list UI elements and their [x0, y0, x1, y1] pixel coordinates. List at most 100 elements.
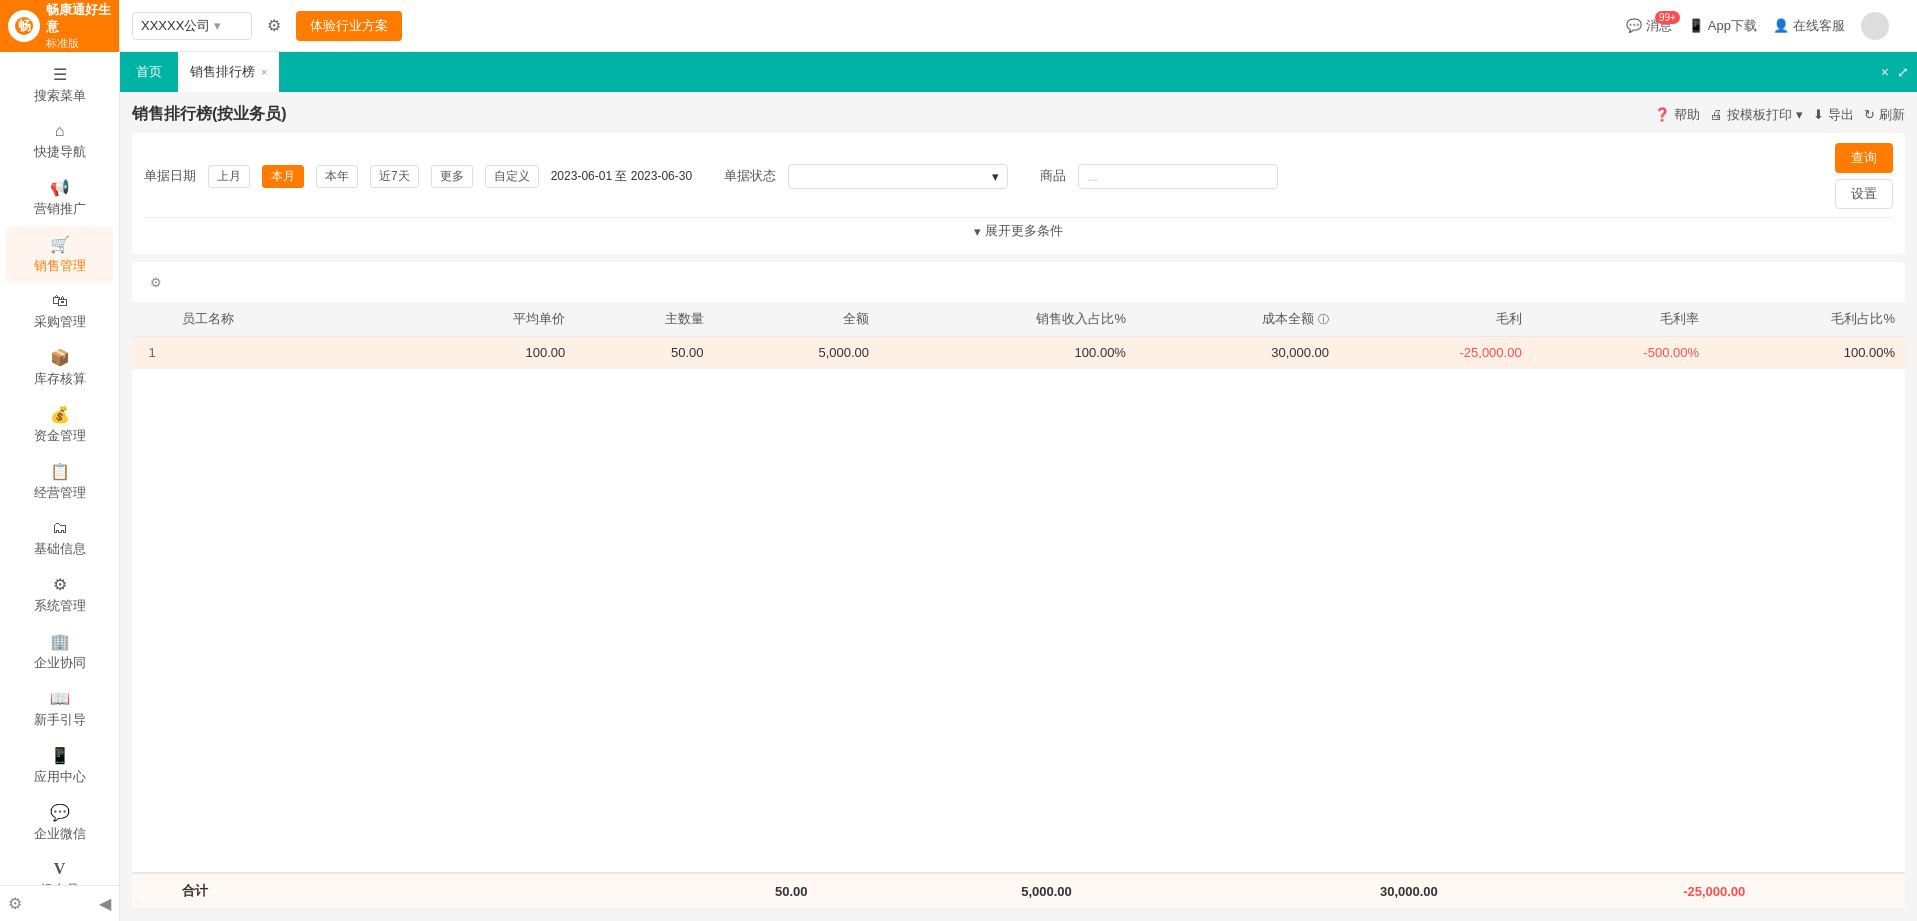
filter-area: 单据日期 上月 本月 本年 近7天 更多 自定义 2023-06-01 至 20… — [132, 133, 1905, 254]
sidebar-item-marketing[interactable]: 📢 营销推广 — [6, 170, 113, 226]
finance-icon: 💰 — [50, 405, 70, 424]
date-btn-custom[interactable]: 自定义 — [485, 165, 539, 188]
sidebar-settings-icon[interactable]: ⚙ — [8, 894, 22, 913]
export-button[interactable]: ⬇ 导出 — [1813, 106, 1854, 124]
search-menu-icon: ☰ — [53, 65, 67, 84]
service-label: 在线客服 — [1793, 17, 1845, 35]
appcenter-icon: 📱 — [50, 746, 70, 765]
avatar — [1861, 12, 1889, 40]
home-tab-label: 首页 — [136, 63, 162, 81]
col-cost: 成本全额 ⓘ — [1136, 302, 1339, 337]
tab-close-icon[interactable]: × — [261, 66, 267, 78]
app-icon: 📱 — [1688, 18, 1704, 33]
page-header: 销售排行榜(按业务员) ❓ 帮助 🖨 按模板打印 ▾ ⬇ 导出 ↻ 刷新 — [132, 104, 1905, 125]
data-table: 员工名称 平均单价 主数量 全额 销售收入占比% 成本全额 ⓘ 毛利 毛利率 毛… — [132, 302, 1905, 369]
goods-placeholder: ... — [1087, 169, 1098, 184]
enterprise-icon: 🏢 — [50, 632, 70, 651]
expand-filters-button[interactable]: ▾ 展开更多条件 — [144, 217, 1893, 244]
cell-cost: 30,000.00 — [1136, 337, 1339, 369]
cell-rank: 1 — [132, 337, 172, 369]
window-restore-icon[interactable]: ⤢ — [1897, 64, 1909, 80]
filter-row-1: 单据日期 上月 本月 本年 近7天 更多 自定义 2023-06-01 至 20… — [144, 143, 1893, 209]
sidebar-item-wechat[interactable]: 💬 企业微信 — [6, 795, 113, 851]
sidebar-item-operations[interactable]: 📋 经营管理 — [6, 454, 113, 510]
window-close-icon[interactable]: × — [1881, 64, 1889, 80]
sidebar-item-purchase[interactable]: 🛍 采购管理 — [6, 284, 113, 339]
sidebar-nav: ☰ 搜索菜单 ⌂ 快捷导航 📢 营销推广 🛒 销售管理 🛍 采购管理 📦 库存核… — [0, 52, 119, 885]
sidebar-item-label: 搜索菜单 — [34, 87, 86, 105]
template-print-button[interactable]: 🖨 按模板打印 ▾ — [1710, 106, 1803, 124]
date-range-display: 2023-06-01 至 2023-06-30 — [551, 168, 692, 185]
footer-qty: 50.00 — [621, 874, 818, 909]
topbar-message[interactable]: 💬 消息 99+ — [1626, 17, 1672, 35]
sidebar-item-label: 经营管理 — [34, 484, 86, 502]
wechat-icon: 💬 — [50, 803, 70, 822]
date-btn-this-year[interactable]: 本年 — [316, 165, 358, 188]
sidebar-item-finance[interactable]: 💰 资金管理 — [6, 397, 113, 453]
sidebar-item-quicknav[interactable]: ⌂ 快捷导航 — [6, 114, 113, 169]
topbar-app-download[interactable]: 📱 App下载 — [1688, 17, 1757, 35]
sidebar-item-label: 快捷导航 — [34, 143, 86, 161]
date-label: 单据日期 — [144, 167, 196, 185]
sidebar-item-search[interactable]: ☰ 搜索菜单 — [6, 57, 113, 113]
topbar-online-service[interactable]: 👤 在线客服 — [1773, 17, 1845, 35]
col-gross-rate: 毛利率 — [1532, 302, 1709, 337]
sidebar-bottom: ⚙ ◀ — [0, 885, 119, 921]
sidebar-item-label: 应用中心 — [34, 768, 86, 786]
settings-button[interactable]: 设置 — [1835, 179, 1893, 209]
sidebar-item-label: 库存核算 — [34, 370, 86, 388]
company-selector[interactable]: XXXXX公司 ▾ — [132, 12, 252, 40]
sales-icon: 🛒 — [50, 235, 70, 254]
cell-sales-pct: 100.00% — [879, 337, 1136, 369]
footer-avg-price — [546, 874, 621, 909]
sidebar-item-label: 新手引导 — [34, 711, 86, 729]
footer-label: 合计 — [172, 874, 546, 909]
topbar-right: 💬 消息 99+ 📱 App下载 👤 在线客服 — [1626, 12, 1905, 40]
date-btn-this-month[interactable]: 本月 — [262, 165, 304, 188]
table-area: ⚙ 员工名称 平均单价 主数量 全额 销售收入占比% 成本全额 ⓘ 毛利 — [132, 262, 1905, 909]
sidebar-item-inventory[interactable]: 📦 库存核算 — [6, 340, 113, 396]
sidebar-item-enterprise[interactable]: 🏢 企业协同 — [6, 624, 113, 680]
status-select[interactable]: ▾ — [788, 164, 1008, 189]
cell-gross: -25,000.00 — [1339, 337, 1532, 369]
system-icon: ⚙ — [53, 575, 67, 594]
page-content: 销售排行榜(按业务员) ❓ 帮助 🖨 按模板打印 ▾ ⬇ 导出 ↻ 刷新 — [120, 92, 1917, 921]
tab-sales-ranking[interactable]: 销售排行榜 × — [178, 52, 279, 92]
logo-text1: 畅康通好生意 — [46, 2, 111, 36]
sidebar-item-sales[interactable]: 🛒 销售管理 — [6, 227, 113, 283]
sidebar-item-system[interactable]: ⚙ 系统管理 — [6, 567, 113, 623]
sidebar-item-guide[interactable]: 📖 新手引导 — [6, 681, 113, 737]
sidebar-item-member[interactable]: V 畅会员 — [6, 852, 113, 885]
refresh-button[interactable]: ↻ 刷新 — [1864, 106, 1905, 124]
purchase-icon: 🛍 — [52, 292, 68, 310]
date-btn-prev-month[interactable]: 上月 — [208, 165, 250, 188]
col-gross-pct: 毛利占比% — [1709, 302, 1905, 337]
footer-empty — [132, 874, 172, 909]
cost-info-icon[interactable]: ⓘ — [1318, 313, 1329, 325]
help-button[interactable]: ❓ 帮助 — [1654, 106, 1700, 124]
topbar-gear-icon[interactable]: ⚙ — [260, 12, 288, 40]
trial-button[interactable]: 体验行业方案 — [296, 11, 402, 41]
sidebar-collapse-icon[interactable]: ◀ — [99, 894, 111, 913]
message-badge: 99+ — [1655, 11, 1680, 24]
sidebar-item-label: 营销推广 — [34, 200, 86, 218]
column-settings-icon[interactable]: ⚙ — [144, 270, 168, 294]
footer-cost: 30,000.00 — [1157, 874, 1448, 909]
app-label: App下载 — [1708, 17, 1757, 35]
message-icon: 💬 — [1626, 18, 1642, 33]
date-btn-7days[interactable]: 近7天 — [370, 165, 419, 188]
date-btn-more[interactable]: 更多 — [431, 165, 473, 188]
footer-gross-rate — [1755, 874, 1830, 909]
query-button[interactable]: 查询 — [1835, 143, 1893, 173]
cell-qty: 50.00 — [575, 337, 713, 369]
sidebar: 畅 畅康通好生意 标准版 ☰ 搜索菜单 ⌂ 快捷导航 📢 营销推广 🛒 销售管理… — [0, 0, 120, 921]
goods-input[interactable]: ... — [1078, 164, 1278, 189]
col-rank — [132, 302, 172, 337]
status-chevron-icon: ▾ — [992, 169, 999, 184]
logo-icon: 畅 — [8, 10, 40, 42]
tab-home[interactable]: 首页 — [120, 52, 178, 92]
chevron-down-icon: ▾ — [214, 18, 221, 33]
sidebar-item-appcenter[interactable]: 📱 应用中心 — [6, 738, 113, 794]
sidebar-item-basicinfo[interactable]: 🗂 基础信息 — [6, 511, 113, 566]
sidebar-item-label: 销售管理 — [34, 257, 86, 275]
